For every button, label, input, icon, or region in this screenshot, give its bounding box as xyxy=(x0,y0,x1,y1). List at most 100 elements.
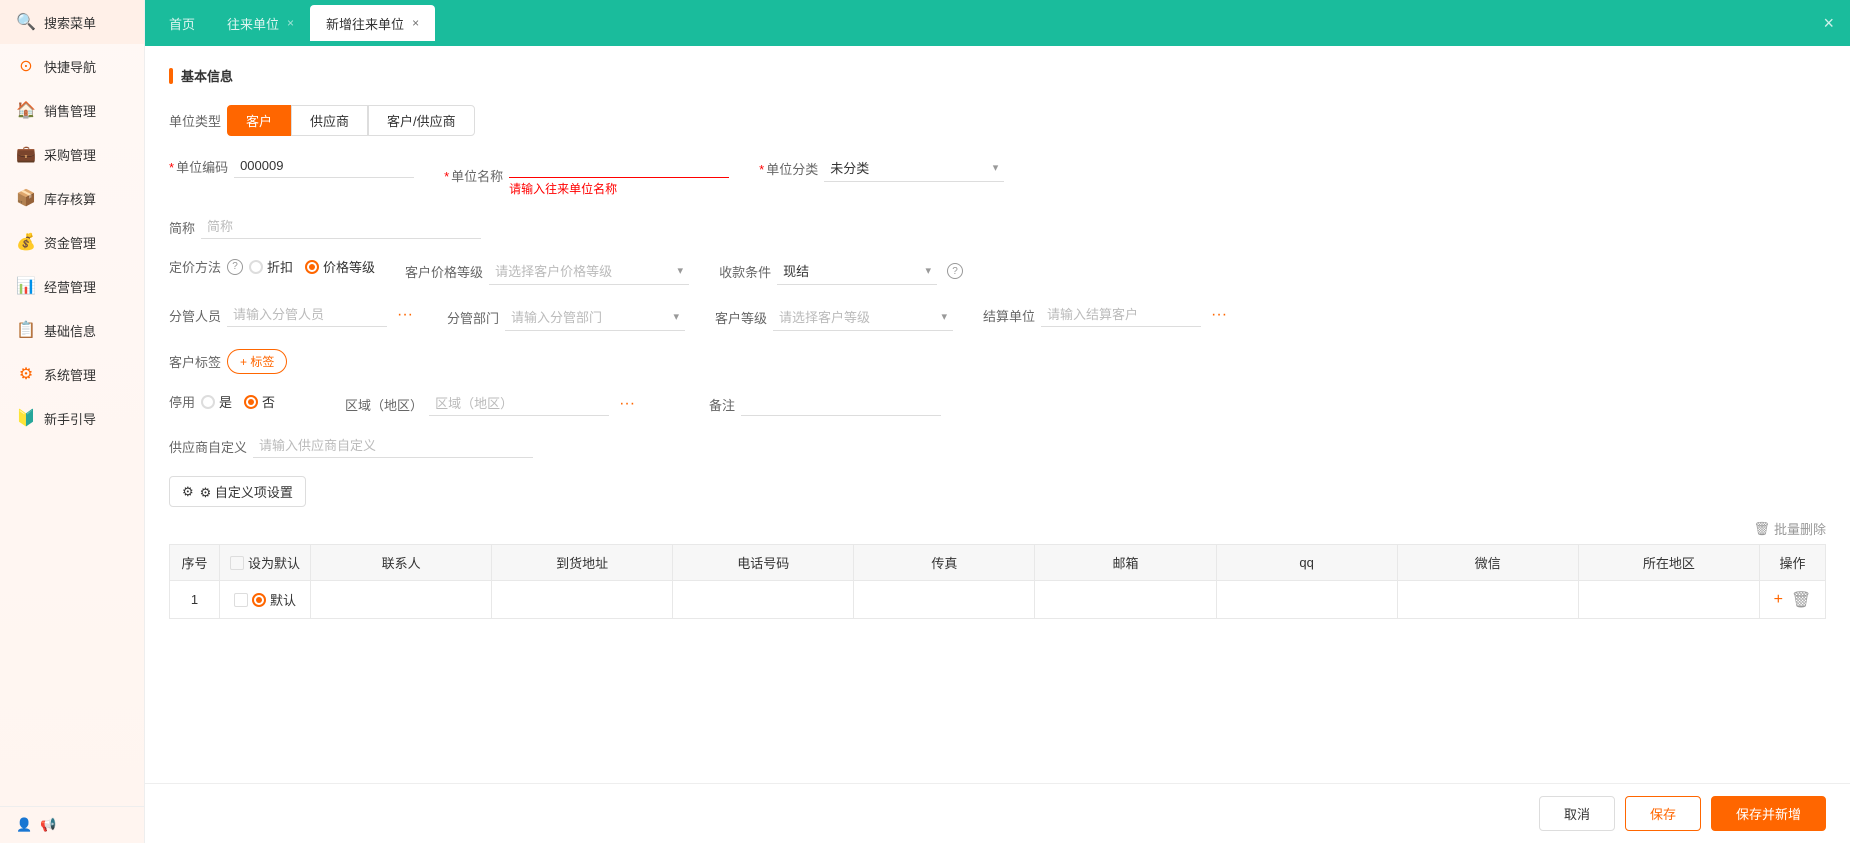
row-checkbox[interactable] xyxy=(234,593,248,607)
unit-type-supplier-btn[interactable]: 供应商 xyxy=(291,105,368,136)
custom-settings-btn[interactable]: ⚙ ⚙ 自定义项设置 xyxy=(169,476,306,507)
add-tag-btn[interactable]: + 标签 xyxy=(227,349,287,374)
payment-terms-value: 现结 xyxy=(783,261,921,280)
manager-input[interactable] xyxy=(227,303,387,327)
disable-yes-radio[interactable]: 是 xyxy=(201,392,232,411)
save-new-button[interactable]: 保存并新增 xyxy=(1711,796,1826,831)
region-table-input[interactable] xyxy=(1599,588,1739,611)
remark-label: 备注 xyxy=(709,395,735,414)
customer-level-chevron: ▾ xyxy=(942,310,948,323)
wechat-input[interactable] xyxy=(1418,588,1558,611)
disable-no-radio[interactable]: 否 xyxy=(244,392,275,411)
customer-level-label: 客户等级 xyxy=(715,308,767,327)
customer-price-level-select[interactable]: 请选择客户价格等级 ▾ xyxy=(489,257,689,285)
sidebar-item-search[interactable]: 🔍 搜索菜单 xyxy=(0,0,144,44)
sidebar-item-finance[interactable]: 💰 资金管理 xyxy=(0,220,144,264)
manager-more-btn[interactable]: ··· xyxy=(393,306,417,324)
cell-region[interactable] xyxy=(1578,581,1759,619)
sidebar-item-sales[interactable]: 🏠 销售管理 xyxy=(0,88,144,132)
pricing-radio-discount[interactable]: 折扣 xyxy=(249,257,293,276)
cancel-button[interactable]: 取消 xyxy=(1539,796,1615,831)
qq-input[interactable] xyxy=(1237,588,1377,611)
unit-code-input[interactable] xyxy=(234,154,414,178)
tab-unit-list-close[interactable]: × xyxy=(287,16,294,30)
unit-type-customer-btn[interactable]: 客户 xyxy=(227,105,291,136)
unit-type-label: 单位类型 xyxy=(169,111,221,130)
cell-email[interactable] xyxy=(1035,581,1216,619)
cell-fax[interactable] xyxy=(854,581,1035,619)
pricing-radio-price-level-circle xyxy=(305,260,319,274)
sidebar-label-sales: 销售管理 xyxy=(44,101,96,120)
department-field: 分管部门 请输入分管部门 ▾ xyxy=(447,303,685,331)
payment-terms-select[interactable]: 现结 ▾ xyxy=(777,257,937,285)
department-select[interactable]: 请输入分管部门 ▾ xyxy=(505,303,685,331)
cell-address[interactable] xyxy=(492,581,673,619)
tab-add-unit[interactable]: 新增往来单位 × xyxy=(310,5,435,41)
section-title-bar xyxy=(169,68,173,84)
short-name-input[interactable] xyxy=(201,215,481,239)
sidebar-label-quicknav: 快捷导航 xyxy=(44,57,96,76)
batch-delete-icon: 🗑 xyxy=(1753,521,1770,537)
settlement-unit-input[interactable] xyxy=(1041,303,1201,327)
inventory-icon: 📦 xyxy=(16,188,36,208)
unit-name-error: 请输入往来单位名称 xyxy=(509,180,729,197)
default-radio-label: 默认 xyxy=(270,590,296,609)
department-placeholder: 请输入分管部门 xyxy=(511,307,669,326)
supplier-custom-label: 供应商自定义 xyxy=(169,437,247,456)
section-title-text: 基本信息 xyxy=(181,66,233,85)
pricing-method-help[interactable]: ? xyxy=(227,259,243,275)
add-row-btn[interactable]: + xyxy=(1774,591,1783,609)
header-checkbox[interactable] xyxy=(230,556,244,570)
settlement-unit-more-btn[interactable]: ··· xyxy=(1207,306,1231,324)
tab-bar-close-all[interactable]: × xyxy=(1815,13,1842,34)
tab-add-unit-close[interactable]: × xyxy=(412,16,419,30)
cell-phone[interactable] xyxy=(673,581,854,619)
region-more-btn[interactable]: ··· xyxy=(615,395,639,413)
col-region: 所在地区 xyxy=(1578,545,1759,581)
remark-field: 备注 xyxy=(709,392,941,416)
unit-category-select[interactable]: 未分类 ▾ xyxy=(824,154,1004,182)
delete-row-btn[interactable]: 🗑 xyxy=(1791,590,1811,610)
sidebar-item-purchase[interactable]: 💼 采购管理 xyxy=(0,132,144,176)
sidebar-item-base[interactable]: 📋 基础信息 xyxy=(0,308,144,352)
email-input[interactable] xyxy=(1056,588,1196,611)
fax-input[interactable] xyxy=(874,588,1014,611)
settlement-unit-field: 结算单位 ··· xyxy=(983,303,1231,327)
sidebar-item-guide[interactable]: 🔰 新手引导 xyxy=(0,396,144,440)
sidebar-item-system[interactable]: ⚙ 系统管理 xyxy=(0,352,144,396)
region-input[interactable] xyxy=(429,392,609,416)
sidebar-label-inventory: 库存核算 xyxy=(44,189,96,208)
main-area: 首页 往来单位 × 新增往来单位 × × 基本信息 单位类型 客户 供应商 客户… xyxy=(145,0,1850,843)
cell-qq[interactable] xyxy=(1216,581,1397,619)
batch-delete-btn[interactable]: 🗑 批量删除 xyxy=(1753,519,1826,538)
payment-terms-label: 收款条件 xyxy=(719,262,771,281)
payment-terms-help[interactable]: ? xyxy=(947,263,963,279)
cell-contact[interactable] xyxy=(311,581,492,619)
tab-add-unit-label: 新增往来单位 xyxy=(326,14,404,33)
unit-type-both-btn[interactable]: 客户/供应商 xyxy=(368,105,475,136)
cell-seq: 1 xyxy=(170,581,220,619)
default-radio[interactable]: 默认 xyxy=(252,590,296,609)
sidebar-label-search: 搜索菜单 xyxy=(44,13,96,32)
customer-level-select[interactable]: 请选择客户等级 ▾ xyxy=(773,303,953,331)
supplier-custom-input[interactable] xyxy=(253,434,533,458)
phone-input[interactable] xyxy=(693,588,833,611)
pricing-radio-price-level[interactable]: 价格等级 xyxy=(305,257,375,276)
unit-name-input[interactable] xyxy=(509,154,729,178)
avatar-icon: 👤 xyxy=(16,817,32,833)
default-radio-circle xyxy=(252,593,266,607)
sidebar-item-inventory[interactable]: 📦 库存核算 xyxy=(0,176,144,220)
tab-unit-list[interactable]: 往来单位 × xyxy=(211,5,310,41)
remark-input[interactable] xyxy=(741,392,941,416)
address-input[interactable] xyxy=(512,588,652,611)
save-button[interactable]: 保存 xyxy=(1625,796,1701,831)
contact-input[interactable] xyxy=(331,588,471,611)
manager-row: 分管人员 ··· 分管部门 请输入分管部门 ▾ 客户等级 请选择客户等级 ▾ 结… xyxy=(169,303,1826,331)
cell-wechat[interactable] xyxy=(1397,581,1578,619)
tab-home[interactable]: 首页 xyxy=(153,5,211,41)
pricing-radio-discount-circle xyxy=(249,260,263,274)
sidebar-item-quicknav[interactable]: ⊙ 快捷导航 xyxy=(0,44,144,88)
disable-row: 停用 是 否 区域（地区） ··· 备注 xyxy=(169,392,1826,416)
sidebar-item-business[interactable]: 📊 经营管理 xyxy=(0,264,144,308)
volume-icon: 📢 xyxy=(40,817,56,833)
